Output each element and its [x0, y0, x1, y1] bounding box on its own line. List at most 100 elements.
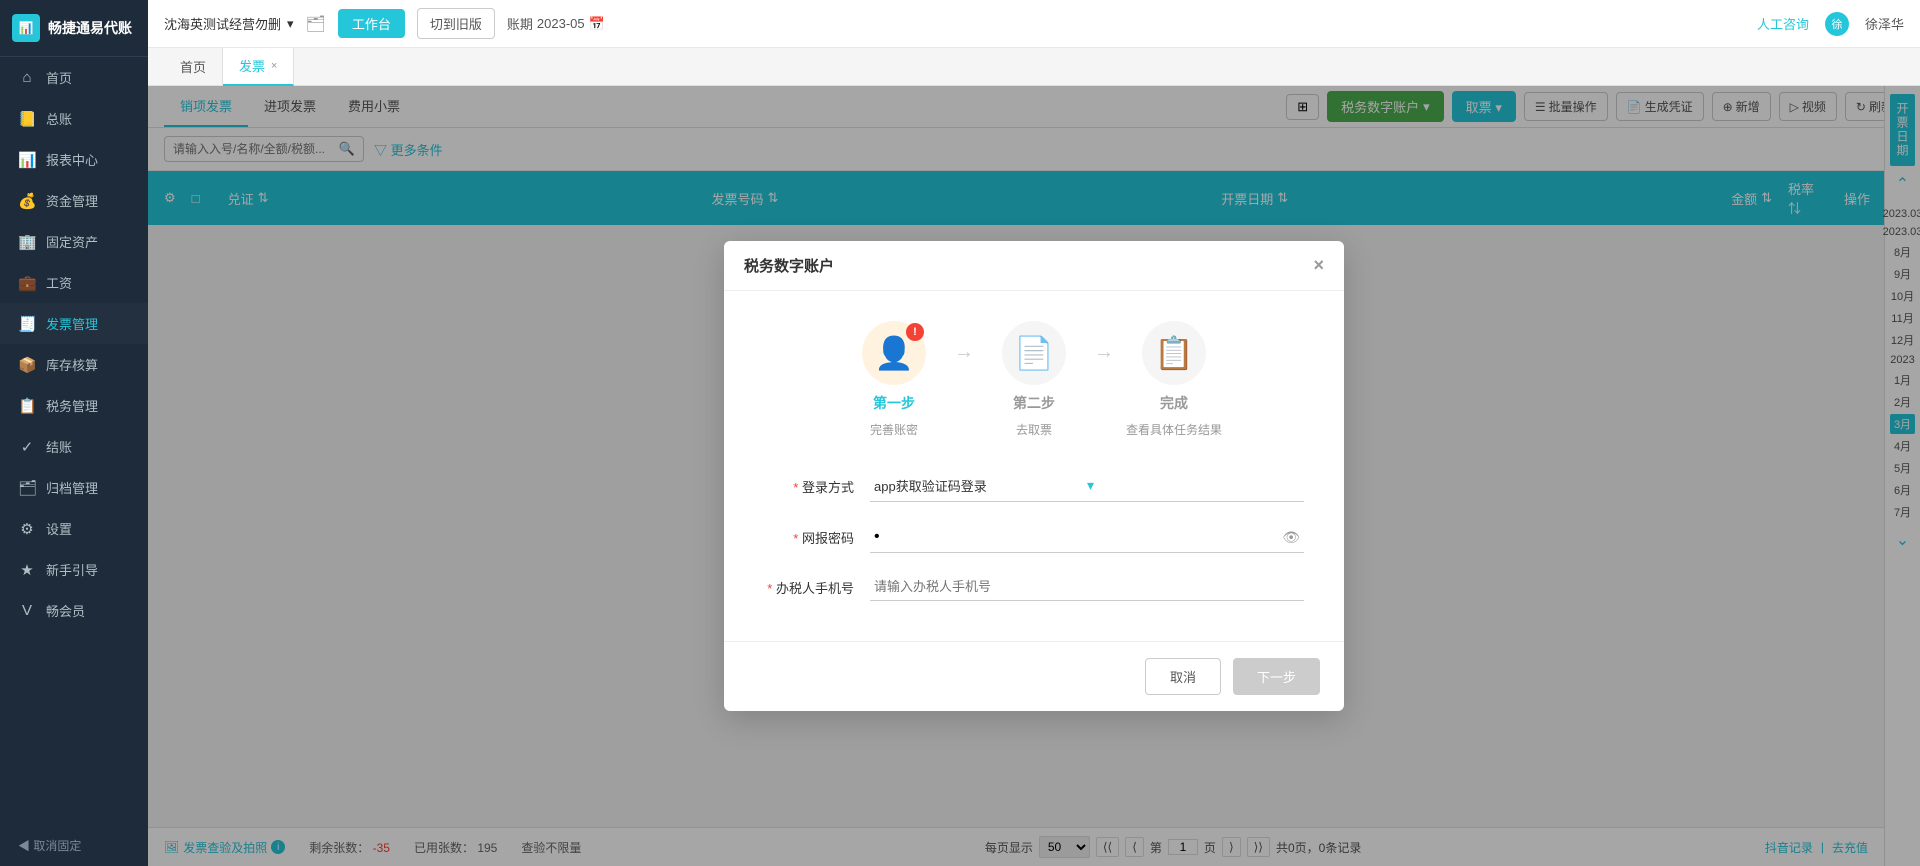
- tabbar: 首页 发票 ×: [148, 48, 1920, 86]
- period-value: 2023-05: [537, 16, 585, 31]
- login-method-value: app获取验证码登录: [874, 476, 1087, 495]
- sidebar-label-settings: 设置: [46, 519, 72, 538]
- sidebar-item-ledger[interactable]: 📒总账: [0, 98, 148, 139]
- steps-container: 👤 ! 第一步 完善账密 → 📄: [764, 321, 1304, 438]
- step-1: 👤 ! 第一步 完善账密: [834, 321, 954, 438]
- login-method-dropdown-icon: ▾: [1087, 477, 1300, 494]
- password-input[interactable]: [874, 528, 1282, 546]
- eye-icon[interactable]: 👁: [1282, 529, 1300, 546]
- inventory-icon: 📦: [18, 356, 36, 374]
- sidebar-item-assets[interactable]: 🏢 固定资产: [0, 221, 148, 262]
- sidebar-bottom-toggle[interactable]: ◀ 取消固定: [0, 825, 148, 866]
- company-dropdown-icon: ▾: [287, 16, 294, 32]
- member-icon: V: [18, 602, 36, 619]
- step-1-title: 第一步: [873, 393, 915, 413]
- step-3: 📋 完成 查看具体任务结果: [1114, 321, 1234, 438]
- modal-header: 税务数字账户 ×: [724, 241, 1344, 291]
- sidebar-item-home[interactable]: ⌂ 首页: [0, 57, 148, 98]
- phone-input[interactable]: [870, 573, 1304, 601]
- tax-digital-modal: 税务数字账户 × 👤 ! 第一步 完善账密: [724, 241, 1344, 711]
- sidebar-item-member[interactable]: V 畅会员: [0, 590, 148, 631]
- invoice-icon: 🧾: [18, 315, 36, 333]
- sidebar-label-tax: 税务管理: [46, 396, 98, 415]
- sidebar-label-settle: 结账: [46, 437, 72, 456]
- sidebar-logo: 📊 畅捷通易代账: [0, 0, 148, 57]
- user-name[interactable]: 徐泽华: [1865, 14, 1904, 33]
- sidebar-item-inventory[interactable]: 📦 库存核算: [0, 344, 148, 385]
- form-row-password: * 网报密码 👁: [764, 522, 1304, 553]
- cancel-fixed-label: ◀ 取消固定: [18, 837, 81, 854]
- sidebar-item-invoice[interactable]: 🧾发票管理: [0, 303, 148, 344]
- phone-label: * 办税人手机号: [764, 578, 854, 597]
- sidebar-label-assets: 固定资产: [46, 232, 98, 251]
- step-2: 📄 第二步 去取票: [974, 321, 1094, 438]
- step-1-desc: 完善账密: [870, 421, 918, 438]
- password-wrapper: 👁: [870, 522, 1304, 553]
- switch-version-button[interactable]: 切到旧版: [417, 8, 495, 39]
- step-1-icon: 👤 !: [862, 321, 926, 385]
- next-button[interactable]: 下一步: [1233, 658, 1320, 695]
- period-display: 账期 2023-05 📅: [507, 14, 605, 33]
- sidebar-label-payroll: 工资: [46, 273, 72, 292]
- sidebar-item-archive[interactable]: 🗂归档管理: [0, 467, 148, 508]
- step-3-icon: 📋: [1142, 321, 1206, 385]
- sidebar: 📊 畅捷通易代账 ⌂ 首页 📒总账 📊 报表中心 💰 资金管理 🏢 固定资产 💼 工资 🧾发票管理 📦 库…: [0, 0, 148, 866]
- topbar-right: 人工咨询 徐 徐泽华: [1757, 12, 1904, 36]
- tab-invoice-close[interactable]: ×: [271, 60, 277, 72]
- modal-close-btn[interactable]: ×: [1313, 255, 1324, 276]
- reports-icon: 📊: [18, 151, 36, 169]
- step-2-desc: 去取票: [1016, 421, 1052, 438]
- step-2-title: 第二步: [1013, 393, 1055, 413]
- sidebar-label-ledger: 总账: [46, 109, 72, 128]
- required-mark-2: *: [793, 531, 798, 546]
- sidebar-item-finance[interactable]: 💰 资金管理: [0, 180, 148, 221]
- tab-home-label: 首页: [180, 57, 206, 76]
- sidebar-label-home: 首页: [46, 68, 72, 87]
- login-method-select[interactable]: app获取验证码登录 ▾: [870, 470, 1304, 502]
- guide-icon: ★: [18, 561, 36, 579]
- sidebar-item-reports[interactable]: 📊 报表中心: [0, 139, 148, 180]
- support-link[interactable]: 人工咨询: [1757, 14, 1809, 33]
- cancel-button[interactable]: 取消: [1145, 658, 1221, 695]
- topbar-archive-icon[interactable]: 🗂: [306, 14, 326, 34]
- sidebar-label-finance: 资金管理: [46, 191, 98, 210]
- step-2-icon: 📄: [1002, 321, 1066, 385]
- period-label: 账期: [507, 14, 533, 33]
- sidebar-item-tax[interactable]: 📋 税务管理: [0, 385, 148, 426]
- form-row-phone: * 办税人手机号: [764, 573, 1304, 601]
- password-label: * 网报密码: [764, 528, 854, 547]
- login-method-label: * 登录方式: [764, 477, 854, 496]
- workspace-button[interactable]: 工作台: [338, 9, 405, 38]
- home-icon: ⌂: [18, 69, 36, 86]
- tax-icon: 📋: [18, 397, 36, 415]
- assets-icon: 🏢: [18, 233, 36, 251]
- company-selector[interactable]: 沈海英测试经营勿删 ▾: [164, 14, 294, 33]
- calendar-icon[interactable]: 📅: [589, 16, 605, 32]
- step-arrow-1: →: [954, 341, 974, 364]
- sidebar-item-settle[interactable]: ✓ 结账: [0, 426, 148, 467]
- user-avatar: 徐: [1825, 12, 1849, 36]
- sidebar-label-archive: 归档管理: [46, 478, 98, 497]
- sidebar-item-settings[interactable]: ⚙设置: [0, 508, 148, 549]
- sidebar-label-member: 畅会员: [46, 601, 85, 620]
- tab-home[interactable]: 首页: [164, 48, 223, 86]
- topbar: 沈海英测试经营勿删 ▾ 🗂 工作台 切到旧版 账期 2023-05 📅 人工咨询…: [148, 0, 1920, 48]
- modal-overlay: 税务数字账户 × 👤 ! 第一步 完善账密: [148, 86, 1920, 866]
- step-3-symbol: 📋: [1154, 334, 1194, 372]
- tab-invoice[interactable]: 发票 ×: [223, 48, 294, 86]
- sidebar-label-inventory: 库存核算: [46, 355, 98, 374]
- tab-invoice-label: 发票: [239, 56, 265, 75]
- sidebar-item-payroll[interactable]: 💼 工资: [0, 262, 148, 303]
- settle-icon: ✓: [18, 438, 36, 456]
- required-mark-1: *: [793, 480, 798, 495]
- step-3-desc: 查看具体任务结果: [1126, 421, 1222, 438]
- app-title: 畅捷通易代账: [48, 18, 132, 38]
- company-name: 沈海英测试经营勿删: [164, 14, 281, 33]
- content-area: 销项发票 进项发票 费用小票 ⊞ 税务数字账户 ▾ 取票 ▾: [148, 86, 1920, 866]
- finance-icon: 💰: [18, 192, 36, 210]
- payroll-icon: 💼: [18, 274, 36, 292]
- sidebar-item-guide[interactable]: ★新手引导: [0, 549, 148, 590]
- step-2-symbol: 📄: [1014, 334, 1054, 372]
- modal-title: 税务数字账户: [744, 255, 834, 276]
- sidebar-label-reports: 报表中心: [46, 150, 98, 169]
